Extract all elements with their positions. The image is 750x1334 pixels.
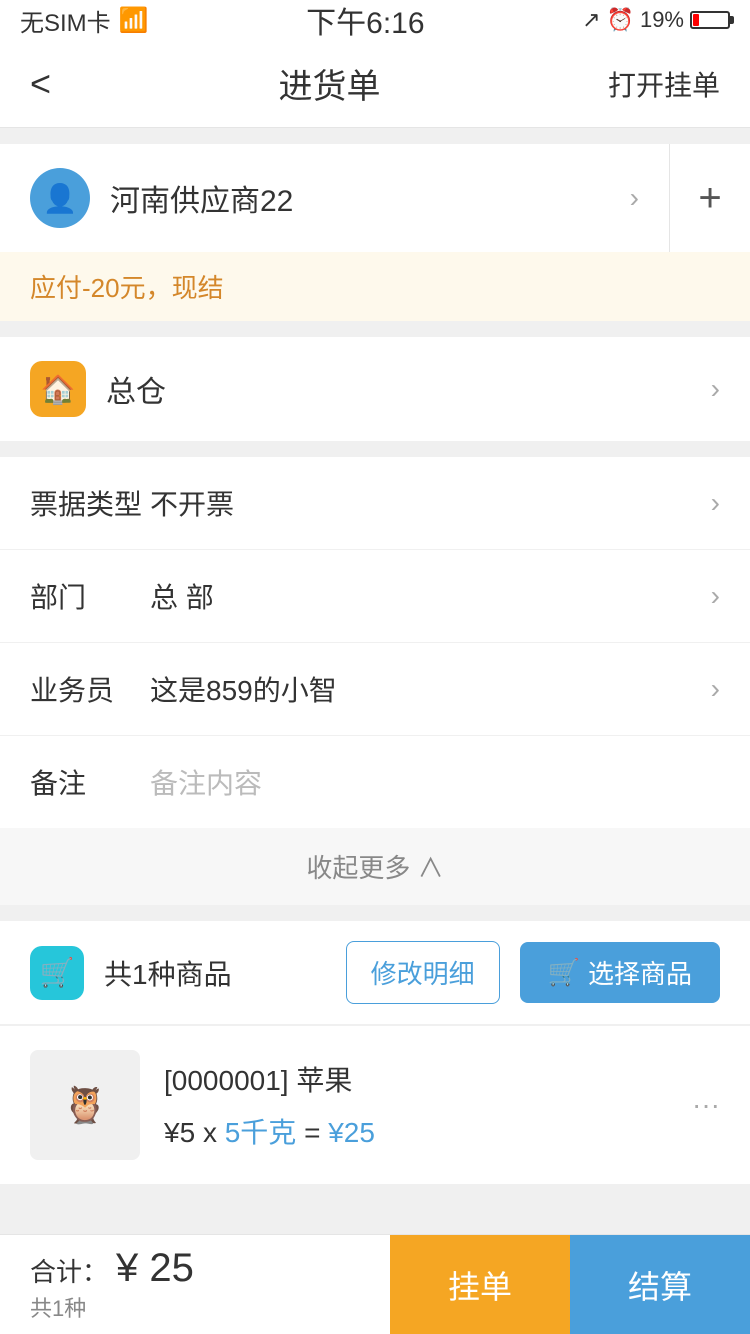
select-product-button[interactable]: 🛒 选择商品 — [520, 942, 720, 1003]
product-item: 🦉 [0000001] 苹果 ¥5 x 5千克 = ¥25 ··· — [0, 1026, 750, 1184]
status-left: 无SIM卡 📶 — [20, 3, 149, 38]
battery-icon — [690, 11, 730, 29]
dept-chevron-icon: › — [711, 580, 720, 612]
product-title: 苹果 — [296, 1065, 352, 1096]
cart-icon: 🛒 — [40, 956, 75, 989]
owl-logo-icon: 🦉 — [63, 1084, 108, 1126]
remark-input[interactable]: 备注内容 — [150, 762, 720, 802]
dept-value: 总 部 — [150, 576, 701, 616]
product-more-button[interactable]: ··· — [692, 1089, 720, 1121]
select-product-label: 选择商品 — [588, 954, 692, 991]
product-total: ¥25 — [328, 1117, 375, 1148]
invoice-type-row[interactable]: 票据类型 不开票 › — [0, 457, 750, 550]
nav-bar: < 进货单 打开挂单 — [0, 40, 750, 128]
supplier-section: 👤 河南供应商22 › + — [0, 144, 750, 252]
warehouse-icon: 🏠 — [30, 361, 86, 417]
salesperson-row[interactable]: 业务员 这是859的小智 › — [0, 643, 750, 736]
time-label: 下午6:16 — [306, 0, 424, 42]
warehouse-row[interactable]: 🏠 总仓 › — [0, 337, 750, 441]
supplier-chevron-icon: › — [630, 182, 639, 214]
invoice-value: 不开票 — [150, 483, 701, 523]
total-row: 合计： ¥ 25 — [30, 1246, 360, 1291]
footer: 合计： ¥ 25 共1种 挂单 结算 — [0, 1234, 750, 1334]
pending-button[interactable]: 挂单 — [390, 1235, 570, 1334]
invoice-chevron-icon: › — [711, 487, 720, 519]
home-icon: 🏠 — [41, 373, 76, 406]
footer-total: 合计： ¥ 25 共1种 — [0, 1235, 390, 1334]
price-x: x — [203, 1117, 225, 1148]
checkout-button[interactable]: 结算 — [570, 1235, 750, 1334]
supplier-name: 河南供应商22 — [110, 176, 620, 220]
battery-percent: 19% — [640, 7, 684, 33]
warehouse-chevron-icon: › — [711, 373, 720, 405]
sales-value: 这是859的小智 — [150, 669, 701, 709]
alarm-icon: ⏰ — [607, 7, 634, 33]
collapse-toggle[interactable]: 收起更多 ∧ — [0, 828, 750, 905]
dept-label: 部门 — [30, 576, 150, 616]
location-icon: ↗ — [582, 7, 600, 33]
supplier-avatar-icon: 👤 — [43, 182, 78, 215]
add-supplier-button[interactable]: + — [670, 144, 750, 252]
remark-row[interactable]: 备注 备注内容 — [0, 736, 750, 828]
price-eq: = — [304, 1117, 328, 1148]
product-count-label: 共1种商品 — [104, 953, 326, 993]
product-code: [0000001] — [164, 1065, 289, 1096]
product-info: [0000001] 苹果 ¥5 x 5千克 = ¥25 — [164, 1059, 668, 1151]
sales-chevron-icon: › — [711, 673, 720, 705]
product-price-row: ¥5 x 5千克 = ¥25 — [164, 1111, 668, 1151]
invoice-label: 票据类型 — [30, 483, 150, 523]
product-header: 🛒 共1种商品 修改明细 🛒 选择商品 — [0, 921, 750, 1024]
select-product-icon: 🛒 — [548, 957, 580, 988]
open-pending-button[interactable]: 打开挂单 — [608, 64, 720, 104]
modify-detail-button[interactable]: 修改明细 — [346, 941, 500, 1004]
supplier-select-row[interactable]: 👤 河南供应商22 › — [0, 144, 670, 252]
total-amount: ¥ 25 — [116, 1246, 194, 1291]
product-qty: 5千克 — [225, 1117, 297, 1148]
warehouse-name: 总仓 — [106, 367, 701, 411]
debt-notice: 应付-20元，现结 — [0, 252, 750, 321]
department-row[interactable]: 部门 总 部 › — [0, 550, 750, 643]
carrier-label: 无SIM卡 — [20, 3, 111, 38]
remark-label: 备注 — [30, 762, 150, 802]
collapse-label: 收起更多 ∧ — [306, 848, 443, 885]
back-button[interactable]: < — [30, 63, 51, 105]
product-name: [0000001] 苹果 — [164, 1059, 668, 1099]
total-label: 合计： — [30, 1252, 108, 1289]
form-section: 票据类型 不开票 › 部门 总 部 › 业务员 这是859的小智 › 备注 备注… — [0, 457, 750, 828]
total-sub-label: 共1种 — [30, 1291, 360, 1323]
supplier-avatar: 👤 — [30, 168, 90, 228]
unit-price: ¥5 — [164, 1117, 195, 1148]
debt-text: 应付-20元，现结 — [30, 273, 224, 303]
wifi-icon: 📶 — [119, 6, 149, 35]
product-section-icon: 🛒 — [30, 946, 84, 1000]
page-title: 进货单 — [279, 59, 381, 108]
sales-label: 业务员 — [30, 669, 150, 709]
status-right: ↗ ⏰ 19% — [582, 7, 730, 33]
status-bar: 无SIM卡 📶 下午6:16 ↗ ⏰ 19% — [0, 0, 750, 40]
product-thumbnail: 🦉 — [30, 1050, 140, 1160]
